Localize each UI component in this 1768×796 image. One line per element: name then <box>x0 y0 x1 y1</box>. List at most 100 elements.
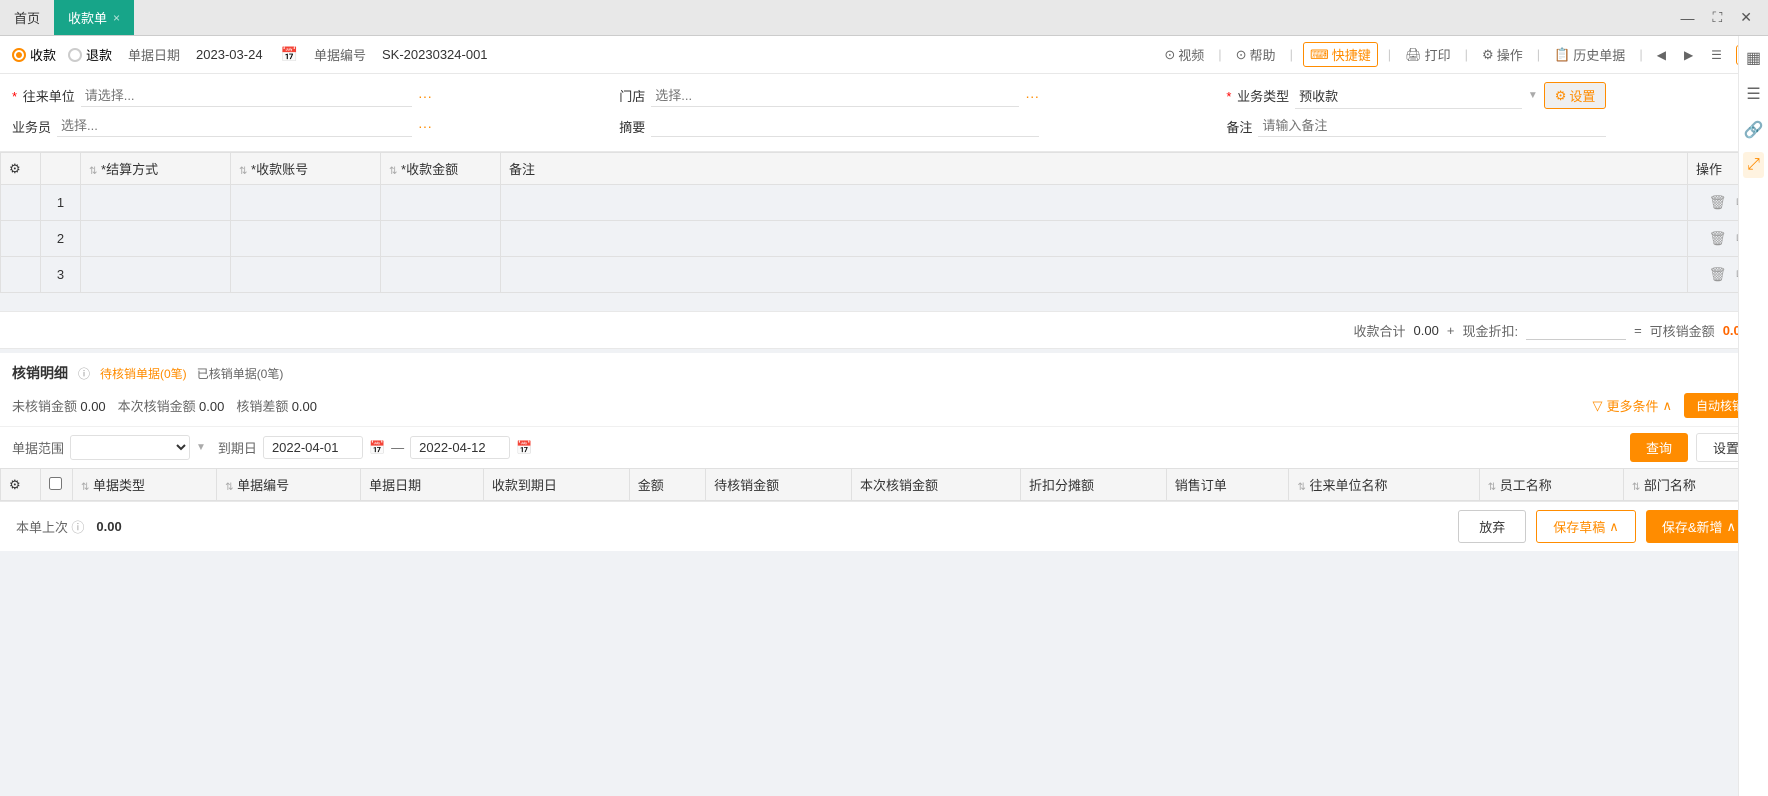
partner-more-icon[interactable]: ··· <box>418 88 432 104</box>
partner-input[interactable] <box>81 85 412 107</box>
history-btn[interactable]: 📋 历史单据 <box>1550 43 1629 66</box>
summary-input[interactable] <box>651 115 1039 137</box>
partner-field: * 往来单位 ··· <box>12 85 432 107</box>
receipt-radio-label: 收款 <box>30 45 56 64</box>
row1-note[interactable] <box>501 185 1688 221</box>
row3-amount[interactable] <box>381 257 501 293</box>
settings-btn[interactable]: ⚙ 设置 <box>1544 82 1607 109</box>
refund-radio[interactable]: 退款 <box>68 45 112 64</box>
bottom-table-header: ⚙ ⇅ 单据类型 ⇅ 单据编号 <box>1 469 1768 501</box>
divider6: | <box>1639 47 1642 62</box>
next-btn[interactable]: ▶ <box>1680 46 1697 64</box>
refund-radio-label: 退款 <box>86 45 112 64</box>
offset-section: 核销明细 ⓘ 待核销单据(0笔) 已核销单据(0笔) 未核销金额 0.00 本次… <box>0 349 1768 501</box>
abandon-btn[interactable]: 放弃 <box>1458 510 1526 543</box>
row1-settle[interactable] <box>81 185 231 221</box>
staff-input[interactable] <box>57 115 412 137</box>
store-more-icon[interactable]: ··· <box>1025 88 1039 104</box>
cal-to-icon[interactable]: 📅 <box>516 440 532 456</box>
remark-input[interactable] <box>1258 115 1606 137</box>
calendar-icon[interactable]: 📅 <box>281 46 298 63</box>
bt-col-settings[interactable]: ⚙ <box>1 469 41 501</box>
row2-note[interactable] <box>501 221 1688 257</box>
no-value[interactable]: SK-20230324-001 <box>382 47 488 62</box>
tab-receipt-label: 收款单 <box>68 8 107 27</box>
query-btn[interactable]: 查询 <box>1630 433 1688 462</box>
row1-num: 1 <box>41 185 81 221</box>
done-tab[interactable]: 已核销单据(0笔) <box>197 365 284 382</box>
sidebar-list-icon[interactable]: ☰ <box>1742 80 1764 108</box>
divider4: | <box>1465 47 1468 62</box>
bt-check-all[interactable] <box>49 477 62 490</box>
tab-home[interactable]: 首页 <box>0 0 54 35</box>
due-from-input[interactable] <box>263 436 363 459</box>
bt-col-discount: 折扣分摊额 <box>1020 469 1166 501</box>
shortcut-btn[interactable]: ⌨ 快捷键 <box>1303 42 1378 67</box>
row2-account[interactable] <box>231 221 381 257</box>
row3-delete-icon[interactable]: 🗑 <box>1709 266 1727 282</box>
row1-delete-icon[interactable]: 🗑 <box>1709 194 1727 210</box>
remark-field: 备注 <box>1226 115 1606 137</box>
scope-select[interactable] <box>70 435 190 460</box>
receipt-radio[interactable]: 收款 <box>12 45 56 64</box>
form-row-1: * 往来单位 ··· 门店 ··· * 业务类型 <box>12 82 1756 109</box>
form-area: * 往来单位 ··· 门店 ··· * 业务类型 <box>0 74 1768 152</box>
table-row: 1 🗑 ⧉ <box>1 185 1768 221</box>
sidebar-expand-icon[interactable]: ⤢ <box>1743 152 1764 178</box>
row2-amount[interactable] <box>381 221 501 257</box>
tab-bar: 首页 收款单 × — ⛶ ✕ <box>0 0 1768 36</box>
col-account-header: ⇅ *收款账号 <box>231 153 381 185</box>
sidebar-table-icon[interactable]: ▦ <box>1742 44 1765 72</box>
close-btn[interactable]: ✕ <box>1734 7 1758 28</box>
sidebar-link-icon[interactable]: 🔗 <box>1740 116 1768 144</box>
store-input[interactable] <box>651 85 1019 107</box>
row2-settle[interactable] <box>81 221 231 257</box>
row2-delete-icon[interactable]: 🗑 <box>1709 230 1727 246</box>
discount-input[interactable] <box>1526 320 1626 340</box>
tab-receipt-close[interactable]: × <box>113 11 120 25</box>
biz-type-value[interactable]: 预收款 <box>1295 83 1522 109</box>
uncleared-value: 0.00 <box>80 399 105 414</box>
minimize-btn[interactable]: — <box>1674 8 1700 28</box>
carry-value: 0.00 <box>96 519 121 534</box>
summary-row: 收款合计 0.00 + 现金折扣: = 可核销金额 0.00 <box>0 312 1768 349</box>
row1-account[interactable] <box>231 185 381 221</box>
bt-col-staff: ⇅ 员工名称 <box>1479 469 1623 501</box>
save-new-btn[interactable]: 保存&新增 ∧ <box>1646 510 1752 543</box>
pending-tab[interactable]: 待核销单据(0笔) <box>100 365 187 382</box>
maximize-btn[interactable]: ⛶ <box>1706 7 1728 28</box>
bt-col-check[interactable] <box>41 469 73 501</box>
biz-type-chevron[interactable]: ▼ <box>1528 90 1538 101</box>
row3-account[interactable] <box>231 257 381 293</box>
row1-amount[interactable] <box>381 185 501 221</box>
table-row: 3 🗑 ⧉ <box>1 257 1768 293</box>
bt-settings-icon[interactable]: ⚙ <box>9 477 21 492</box>
divider1: | <box>1218 47 1221 62</box>
row3-settle[interactable] <box>81 257 231 293</box>
tab-receipt[interactable]: 收款单 × <box>54 0 134 35</box>
store-label: 门店 <box>619 86 645 105</box>
list-view-btn[interactable]: ☰ <box>1707 46 1726 64</box>
action-btn[interactable]: ⚙ 操作 <box>1478 43 1527 66</box>
help-btn[interactable]: ⊙ 帮助 <box>1232 43 1280 66</box>
print-btn[interactable]: 🖨 打印 <box>1401 43 1455 66</box>
col-settings-header[interactable]: ⚙ <box>1 153 41 185</box>
row3-note[interactable] <box>501 257 1688 293</box>
bt-col-partner: ⇅ 往来单位名称 <box>1289 469 1479 501</box>
staff-more-icon[interactable]: ··· <box>418 118 432 134</box>
due-to-input[interactable] <box>410 436 510 459</box>
info-icon-footer[interactable]: ⓘ <box>71 520 84 535</box>
table-settings-icon[interactable]: ⚙ <box>9 161 21 176</box>
receipt-refund-toggle: 收款 退款 <box>12 45 112 64</box>
video-btn[interactable]: ⊙ 视频 <box>1160 43 1208 66</box>
shortcut-icon: ⌨ <box>1310 47 1329 63</box>
draft-btn[interactable]: 保存草稿 ∧ <box>1536 510 1636 543</box>
more-conditions-btn[interactable]: ▽ 更多条件 ∧ <box>1592 396 1672 415</box>
info-icon[interactable]: ⓘ <box>78 365 90 382</box>
date-value[interactable]: 2023-03-24 <box>196 47 263 62</box>
col-num-header <box>41 153 81 185</box>
scope-label: 单据范围 <box>12 438 64 457</box>
cal-from-icon[interactable]: 📅 <box>369 440 385 456</box>
prev-btn[interactable]: ◀ <box>1653 46 1670 64</box>
row1-settings <box>1 185 41 221</box>
